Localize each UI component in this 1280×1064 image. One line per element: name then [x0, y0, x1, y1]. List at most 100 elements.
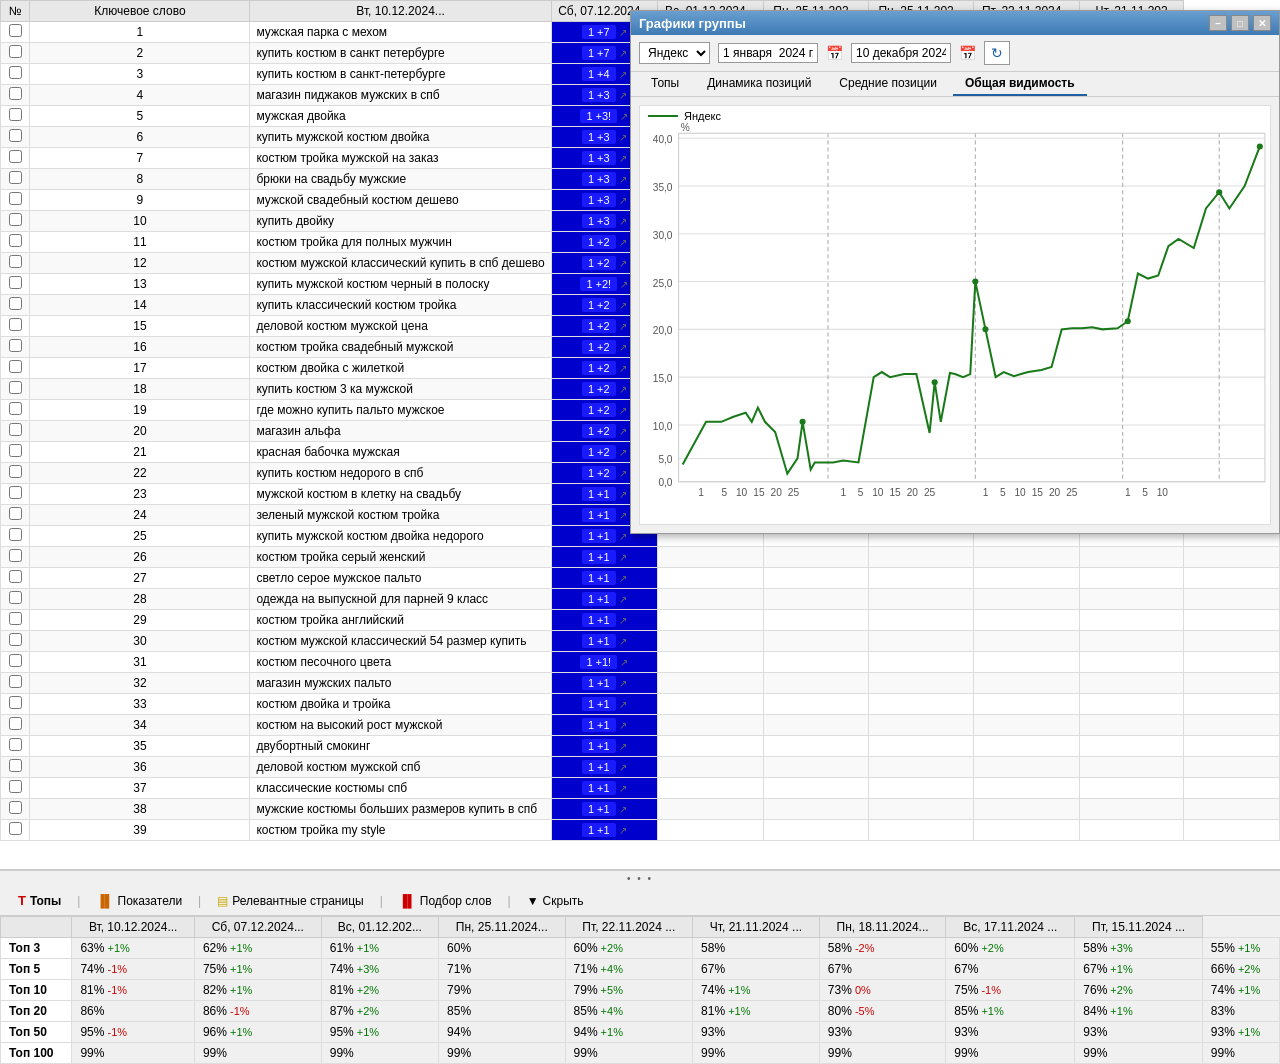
row-checkbox[interactable]: [9, 444, 22, 457]
row-checkbox[interactable]: [9, 507, 22, 520]
row-checkbox[interactable]: [9, 192, 22, 205]
trend-icon[interactable]: ↗: [619, 153, 627, 164]
trend-icon[interactable]: ↗: [619, 720, 627, 731]
calendar-from-icon[interactable]: 📅: [826, 45, 843, 61]
row-number: 29: [30, 610, 250, 631]
trend-icon[interactable]: ↗: [619, 531, 627, 542]
trend-icon[interactable]: ↗: [619, 489, 627, 500]
engine-select[interactable]: Яндекс Google: [639, 42, 710, 64]
tab-avg-positions[interactable]: Средние позиции: [827, 72, 949, 96]
row-checkbox[interactable]: [9, 276, 22, 289]
trend-icon[interactable]: ↗: [619, 636, 627, 647]
row-checkbox[interactable]: [9, 633, 22, 646]
row-checkbox[interactable]: [9, 150, 22, 163]
row-checkbox[interactable]: [9, 654, 22, 667]
trend-icon[interactable]: ↗: [619, 174, 627, 185]
row-checkbox[interactable]: [9, 297, 22, 310]
trend-icon[interactable]: ↗: [619, 363, 627, 374]
row-checkbox[interactable]: [9, 66, 22, 79]
trend-icon[interactable]: ↗: [619, 825, 627, 836]
row-checkbox[interactable]: [9, 591, 22, 604]
row-checkbox[interactable]: [9, 759, 22, 772]
row-checkbox[interactable]: [9, 822, 22, 835]
row-checkbox[interactable]: [9, 381, 22, 394]
row-checkbox[interactable]: [9, 570, 22, 583]
row-checkbox[interactable]: [9, 696, 22, 709]
svg-text:25: 25: [788, 487, 800, 496]
trend-icon[interactable]: ↗: [620, 279, 628, 290]
row-checkbox[interactable]: [9, 24, 22, 37]
tab-dynamics[interactable]: Динамика позиций: [695, 72, 823, 96]
trend-icon[interactable]: ↗: [619, 342, 627, 353]
row-checkbox[interactable]: [9, 465, 22, 478]
tab-tops[interactable]: Топы: [639, 72, 691, 96]
trend-icon[interactable]: ↗: [619, 132, 627, 143]
row-checkbox[interactable]: [9, 339, 22, 352]
tab-indicators[interactable]: ▐▌ Показатели: [86, 891, 192, 911]
row-checkbox[interactable]: [9, 213, 22, 226]
tab-tops-bottom[interactable]: T Топы: [8, 890, 71, 911]
maximize-button[interactable]: □: [1231, 15, 1249, 31]
minimize-button[interactable]: –: [1209, 15, 1227, 31]
trend-icon[interactable]: ↗: [620, 111, 628, 122]
date-from-input[interactable]: [718, 43, 818, 63]
trend-icon[interactable]: ↗: [619, 615, 627, 626]
trend-icon[interactable]: ↗: [619, 447, 627, 458]
trend-icon[interactable]: ↗: [619, 384, 627, 395]
row-checkbox[interactable]: [9, 108, 22, 121]
trend-icon[interactable]: ↗: [619, 573, 627, 584]
trend-icon[interactable]: ↗: [619, 216, 627, 227]
calendar-to-icon[interactable]: 📅: [959, 45, 976, 61]
row-checkbox[interactable]: [9, 738, 22, 751]
row-checkbox[interactable]: [9, 45, 22, 58]
trend-icon[interactable]: ↗: [619, 762, 627, 773]
trend-icon[interactable]: ↗: [619, 300, 627, 311]
row-checkbox[interactable]: [9, 255, 22, 268]
row-checkbox[interactable]: [9, 87, 22, 100]
row-checkbox[interactable]: [9, 717, 22, 730]
trend-icon[interactable]: ↗: [619, 195, 627, 206]
row-checkbox[interactable]: [9, 486, 22, 499]
row-checkbox[interactable]: [9, 360, 22, 373]
row-checkbox[interactable]: [9, 423, 22, 436]
row-checkbox[interactable]: [9, 801, 22, 814]
trend-icon[interactable]: ↗: [619, 321, 627, 332]
row-checkbox[interactable]: [9, 528, 22, 541]
row-checkbox[interactable]: [9, 318, 22, 331]
table-row: 36деловой костюм мужской спб1 +1↗: [1, 757, 1280, 778]
trend-icon[interactable]: ↗: [619, 426, 627, 437]
trend-icon[interactable]: ↗: [619, 510, 627, 521]
row-checkbox[interactable]: [9, 675, 22, 688]
row-checkbox[interactable]: [9, 612, 22, 625]
trend-icon[interactable]: ↗: [619, 48, 627, 59]
row-checkbox[interactable]: [9, 171, 22, 184]
trend-icon[interactable]: ↗: [619, 90, 627, 101]
row-checkbox[interactable]: [9, 780, 22, 793]
row-checkbox[interactable]: [9, 549, 22, 562]
tab-visibility[interactable]: Общая видимость: [953, 72, 1087, 96]
trend-icon[interactable]: ↗: [619, 69, 627, 80]
trend-icon[interactable]: ↗: [619, 699, 627, 710]
date-to-input[interactable]: [851, 43, 951, 63]
tab-word-selection[interactable]: ▐▌ Подбор слов: [389, 891, 502, 911]
trend-icon[interactable]: ↗: [619, 783, 627, 794]
trend-icon[interactable]: ↗: [620, 657, 628, 668]
trend-icon[interactable]: ↗: [619, 468, 627, 479]
trend-icon[interactable]: ↗: [619, 741, 627, 752]
trend-icon[interactable]: ↗: [619, 27, 627, 38]
row-checkbox[interactable]: [9, 402, 22, 415]
trend-icon[interactable]: ↗: [619, 552, 627, 563]
trend-icon[interactable]: ↗: [619, 678, 627, 689]
trend-icon[interactable]: ↗: [619, 258, 627, 269]
trend-icon[interactable]: ↗: [619, 804, 627, 815]
trend-icon[interactable]: ↗: [619, 405, 627, 416]
trend-icon[interactable]: ↗: [619, 594, 627, 605]
refresh-button[interactable]: ↻: [984, 41, 1010, 65]
close-button[interactable]: ✕: [1253, 15, 1271, 31]
tab-hide[interactable]: ▼ Скрыть: [517, 891, 594, 911]
tab-relevant-pages[interactable]: ▤ Релевантные страницы: [207, 891, 373, 911]
trend-icon[interactable]: ↗: [619, 237, 627, 248]
row-checkbox[interactable]: [9, 234, 22, 247]
row-checkbox[interactable]: [9, 129, 22, 142]
resize-handle[interactable]: • • •: [0, 871, 1280, 886]
